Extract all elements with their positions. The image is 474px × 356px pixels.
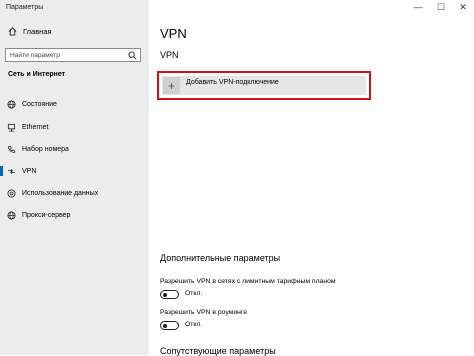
sidebar-item-data-usage[interactable]: Использование данных — [0, 184, 149, 202]
metered-toggle-state: Откл. — [185, 290, 203, 297]
maximize-button[interactable]: ☐ — [433, 2, 449, 12]
vpn-section-title: VPN — [160, 50, 179, 60]
sidebar-item-label: Ethernet — [22, 123, 49, 131]
ethernet-icon — [7, 123, 16, 132]
advanced-settings-title: Дополнительные параметры — [160, 253, 281, 263]
sidebar-item-vpn[interactable]: VPN — [0, 162, 149, 180]
globe-icon — [7, 99, 16, 109]
sidebar-item-label: Набор номера — [22, 145, 69, 153]
metered-option-label: Разрешить VPN в сетях с лимитным тарифны… — [160, 278, 336, 285]
main-pane — [149, 0, 474, 355]
vpn-icon — [7, 167, 16, 176]
sidebar-section-header: Сеть и Интернет — [8, 71, 66, 78]
sidebar-item-status[interactable]: Состояние — [0, 95, 149, 113]
search-box[interactable] — [5, 48, 141, 62]
roaming-toggle-state: Откл. — [185, 321, 203, 328]
globe-icon — [7, 210, 16, 220]
home-icon — [8, 27, 17, 36]
search-input[interactable] — [10, 50, 120, 60]
window-title: Параметры — [6, 4, 44, 11]
toggle-knob — [163, 323, 167, 328]
page-title: VPN — [160, 26, 187, 41]
plus-icon: + — [163, 77, 180, 94]
close-button[interactable]: ✕ — [455, 2, 471, 12]
sidebar-item-label: Прокси-сервер — [22, 211, 71, 219]
sidebar-item-label: Использование данных — [22, 189, 99, 197]
sidebar-item-dialup[interactable]: Набор номера — [0, 140, 149, 158]
metered-toggle[interactable] — [160, 290, 179, 299]
sidebar-item-proxy[interactable]: Прокси-сервер — [0, 206, 149, 224]
home-label: Главная — [23, 27, 52, 36]
data-usage-icon — [7, 188, 16, 198]
active-indicator — [0, 166, 3, 176]
toggle-knob — [163, 292, 167, 297]
roaming-toggle[interactable] — [160, 321, 179, 330]
minimize-button[interactable]: — — [410, 2, 426, 12]
roaming-option-label: Разрешить VPN в роуминге — [160, 309, 247, 316]
sidebar-item-label: Состояние — [22, 100, 57, 108]
sidebar: Параметры Главная Сеть и Интернет Состоя… — [0, 0, 149, 355]
add-vpn-highlight: + Добавить VPN-подключение — [157, 71, 371, 100]
search-icon[interactable] — [128, 51, 137, 60]
sidebar-item-label: VPN — [22, 167, 37, 175]
add-vpn-label: Добавить VPN-подключение — [186, 79, 279, 86]
home-link[interactable]: Главная — [8, 27, 52, 36]
sidebar-item-ethernet[interactable]: Ethernet — [0, 118, 149, 136]
phone-icon — [7, 145, 16, 154]
add-vpn-button[interactable]: + Добавить VPN-подключение — [162, 76, 366, 95]
